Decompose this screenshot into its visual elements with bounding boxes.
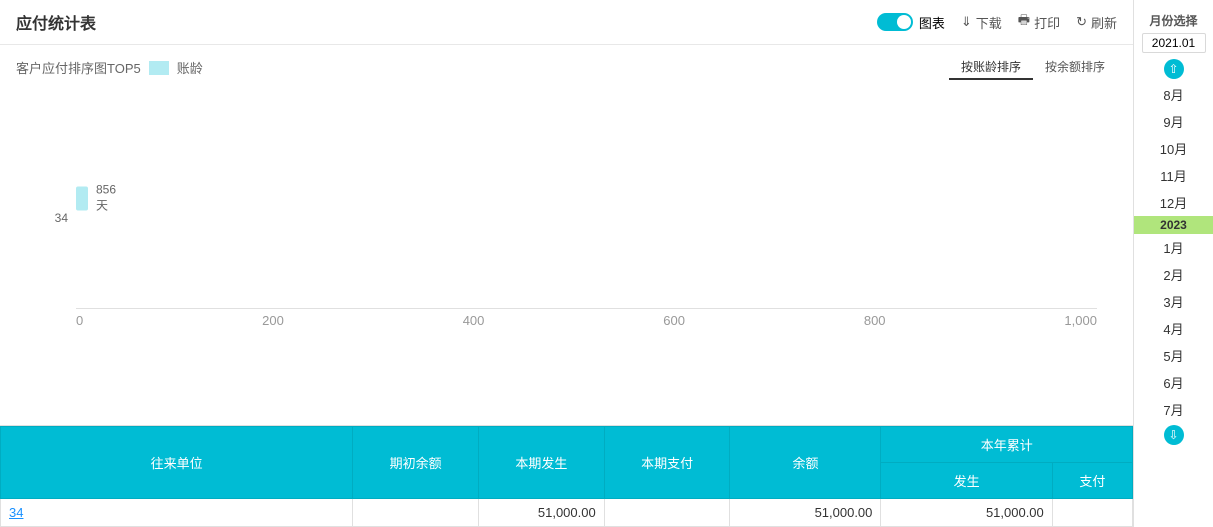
td-balance: 51,000.00 bbox=[730, 499, 881, 527]
bar-element bbox=[76, 186, 88, 210]
bar-row: 856天 bbox=[76, 183, 116, 214]
sidebar-month-12[interactable]: 12月 bbox=[1134, 189, 1213, 216]
bar-end-label: 856天 bbox=[96, 183, 116, 214]
sidebar-month-6[interactable]: 6月 bbox=[1134, 369, 1213, 396]
th-unit: 往来单位 bbox=[1, 427, 353, 499]
th-opening: 期初余额 bbox=[353, 427, 479, 499]
year-input[interactable] bbox=[1142, 33, 1206, 53]
th-ytd-pay: 支付 bbox=[1052, 463, 1132, 499]
table-area: 往来单位 期初余额 本期发生 本期支付 余额 本年累计 发生 支付 34 bbox=[0, 425, 1133, 527]
th-balance: 余额 bbox=[730, 427, 881, 499]
download-icon: ⇓ bbox=[961, 14, 972, 30]
sidebar-title: 月份选择 bbox=[1149, 8, 1197, 33]
chart-header: 客户应付排序图TOP5 账龄 按账龄排序 按余额排序 bbox=[16, 55, 1117, 80]
unit-link[interactable]: 34 bbox=[9, 505, 23, 520]
x-label-400: 400 bbox=[463, 313, 485, 328]
x-label-1000: 1,000 bbox=[1064, 313, 1097, 328]
nav-up-button[interactable]: ⇧ bbox=[1164, 59, 1184, 79]
sidebar-month-4[interactable]: 4月 bbox=[1134, 315, 1213, 342]
toggle-knob bbox=[897, 15, 911, 29]
download-button[interactable]: ⇓ 下载 bbox=[961, 13, 1002, 32]
th-current-pay: 本期支付 bbox=[604, 427, 730, 499]
refresh-icon: ↻ bbox=[1076, 14, 1087, 30]
sidebar-month-10[interactable]: 10月 bbox=[1134, 135, 1213, 162]
chart-area: 客户应付排序图TOP5 账龄 按账龄排序 按余额排序 34 bbox=[0, 45, 1133, 425]
month-list: 8月 9月 10月 11月 12月 2023 1月 2月 3月 4月 5月 6月… bbox=[1134, 81, 1213, 423]
x-label-800: 800 bbox=[864, 313, 886, 328]
sidebar-month-1[interactable]: 1月 bbox=[1134, 234, 1213, 261]
td-opening bbox=[353, 499, 479, 527]
td-ytd-pay bbox=[1052, 499, 1132, 527]
print-icon: 🖶 bbox=[1018, 11, 1030, 33]
chart-wrapper: 34 856天 0 200 400 600 bbox=[16, 88, 1117, 368]
chart-toggle-label: 图表 bbox=[919, 13, 945, 32]
print-button[interactable]: 🖶 打印 bbox=[1018, 11, 1060, 33]
refresh-button[interactable]: ↻ 刷新 bbox=[1076, 13, 1117, 32]
y-axis-label: 34 bbox=[16, 108, 76, 328]
legend-box bbox=[149, 61, 169, 75]
sidebar-month-11[interactable]: 11月 bbox=[1134, 162, 1213, 189]
chart-toggle-wrap: 图表 bbox=[877, 13, 945, 32]
td-current-occ: 51,000.00 bbox=[478, 499, 604, 527]
chart-legend: 客户应付排序图TOP5 账龄 bbox=[16, 58, 203, 77]
month-sidebar: 月份选择 ⇧ 8月 9月 10月 11月 12月 2023 1月 2月 3月 4… bbox=[1133, 0, 1213, 527]
td-ytd-occ: 51,000.00 bbox=[881, 499, 1052, 527]
x-label-200: 200 bbox=[262, 313, 284, 328]
sidebar-month-3[interactable]: 3月 bbox=[1134, 288, 1213, 315]
sort-by-balance-button[interactable]: 按余额排序 bbox=[1033, 55, 1117, 80]
bars-container: 856天 bbox=[76, 108, 1097, 288]
td-unit: 34 bbox=[1, 499, 353, 527]
nav-down-button[interactable]: ⇩ bbox=[1164, 425, 1184, 445]
th-current-occ: 本期发生 bbox=[478, 427, 604, 499]
legend-box-label: 账龄 bbox=[177, 58, 203, 77]
chart-bar-area: 856天 0 200 400 600 800 1,000 bbox=[76, 108, 1097, 328]
header-actions: 图表 ⇓ 下载 🖶 打印 ↻ 刷新 bbox=[877, 11, 1117, 33]
data-table: 往来单位 期初余额 本期发生 本期支付 余额 本年累计 发生 支付 34 bbox=[0, 426, 1133, 527]
chart-toggle[interactable] bbox=[877, 13, 913, 31]
bar-row-label: 34 bbox=[55, 211, 68, 225]
page-title: 应付统计表 bbox=[16, 10, 96, 34]
x-label-0: 0 bbox=[76, 313, 83, 328]
table-row: 34 51,000.00 51,000.00 51,000.00 bbox=[1, 499, 1133, 527]
sidebar-month-7[interactable]: 7月 bbox=[1134, 396, 1213, 423]
sidebar-month-9[interactable]: 9月 bbox=[1134, 108, 1213, 135]
x-label-600: 600 bbox=[663, 313, 685, 328]
chart-sort-buttons: 按账龄排序 按余额排序 bbox=[949, 55, 1117, 80]
page-header: 应付统计表 图表 ⇓ 下载 🖶 打印 ↻ 刷新 bbox=[0, 0, 1133, 45]
th-ytd-occ: 发生 bbox=[881, 463, 1052, 499]
th-ytd-group: 本年累计 bbox=[881, 427, 1133, 463]
legend-text: 客户应付排序图TOP5 bbox=[16, 58, 141, 77]
sidebar-month-2[interactable]: 2月 bbox=[1134, 261, 1213, 288]
sort-by-age-button[interactable]: 按账龄排序 bbox=[949, 55, 1033, 80]
x-axis: 0 200 400 600 800 1,000 bbox=[76, 308, 1097, 328]
sidebar-month-8[interactable]: 8月 bbox=[1134, 81, 1213, 108]
sidebar-month-5[interactable]: 5月 bbox=[1134, 342, 1213, 369]
td-current-pay bbox=[604, 499, 730, 527]
year-2023-label: 2023 bbox=[1134, 216, 1213, 234]
